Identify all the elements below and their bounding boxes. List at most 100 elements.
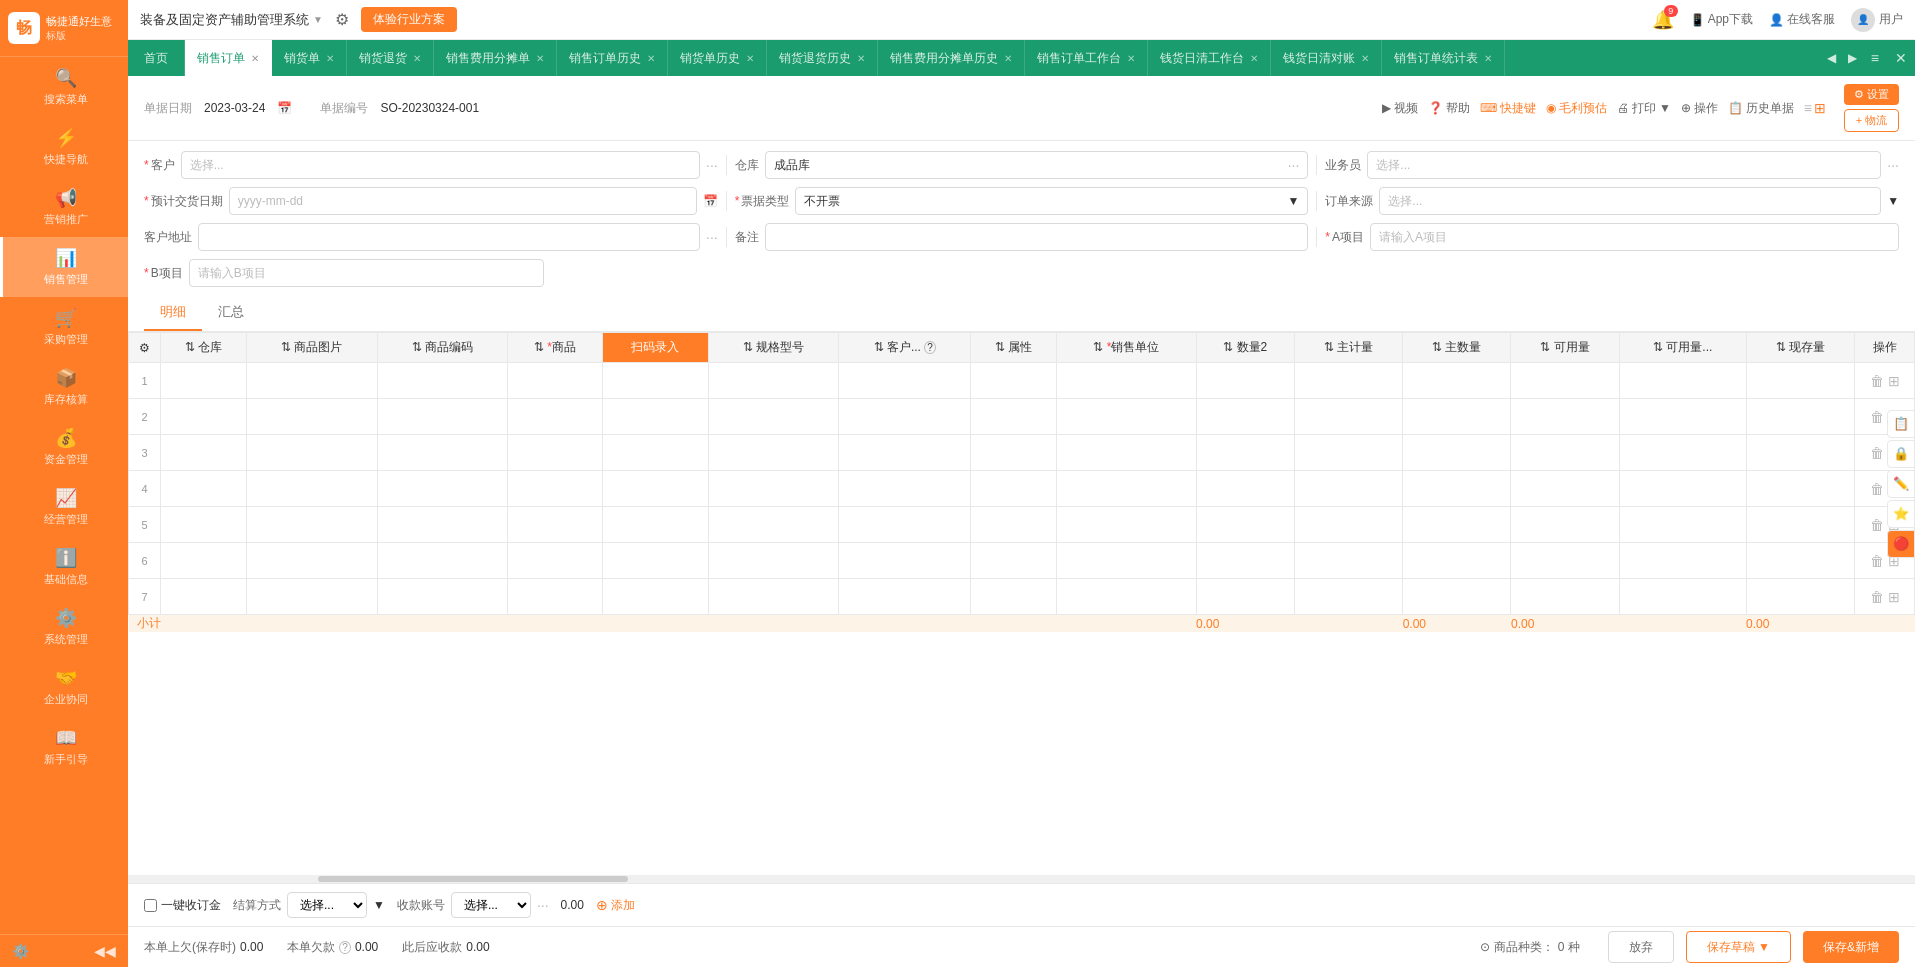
row-attribute[interactable]	[971, 543, 1057, 579]
nav-next-btn[interactable]: ▶	[1842, 51, 1863, 65]
nav-tab-钱货日清对账[interactable]: 钱货日清对账✕	[1271, 40, 1382, 76]
row-code[interactable]	[377, 363, 508, 399]
row-available[interactable]	[1511, 471, 1619, 507]
row-customer-code[interactable]	[839, 435, 971, 471]
nav-tab-close-icon[interactable]: ✕	[326, 53, 334, 64]
row-main-unit[interactable]	[1294, 543, 1402, 579]
nav-tab-close-icon[interactable]: ✕	[536, 53, 544, 64]
row-available[interactable]	[1511, 363, 1619, 399]
industry-btn[interactable]: 体验行业方案	[361, 7, 457, 32]
float-icon-2[interactable]: 🔒	[1887, 440, 1915, 468]
view-video-btn[interactable]: ▶ 视频	[1382, 100, 1418, 117]
row-scan[interactable]	[602, 471, 708, 507]
row-warehouse[interactable]	[161, 399, 247, 435]
nav-tab-close-icon[interactable]: ✕	[1127, 53, 1135, 64]
row-delete-icon[interactable]: 🗑	[1870, 409, 1884, 425]
sidebar-item-采购管理[interactable]: 🛒 采购管理	[0, 297, 128, 357]
row-code[interactable]	[377, 507, 508, 543]
sidebar-item-库存核算[interactable]: 📦 库存核算	[0, 357, 128, 417]
nav-tab-销售订单[interactable]: 销售订单✕	[185, 40, 272, 76]
row-main-unit[interactable]	[1294, 579, 1402, 615]
row-product[interactable]	[508, 543, 603, 579]
invoice-select[interactable]: 不开票 ▼	[795, 187, 1308, 215]
row-warehouse[interactable]	[161, 543, 247, 579]
nav-tab-销售订单统计表[interactable]: 销售订单统计表✕	[1382, 40, 1505, 76]
calendar-icon[interactable]: 📅	[277, 101, 292, 115]
row-copy-icon[interactable]: ⊞	[1888, 373, 1900, 389]
float-icon-5[interactable]: 🔴	[1887, 530, 1915, 558]
row-customer-code[interactable]	[839, 471, 971, 507]
customer-more-icon[interactable]: ···	[706, 157, 718, 173]
row-unit[interactable]	[1057, 507, 1196, 543]
app-download-link[interactable]: 📱 App下载	[1690, 11, 1753, 28]
sidebar-item-企业协同[interactable]: 🤝 企业协同	[0, 657, 128, 717]
row-main-qty[interactable]	[1403, 543, 1511, 579]
row-spec[interactable]	[708, 579, 839, 615]
scroll-thumb[interactable]	[318, 876, 628, 882]
nav-tab-销售费用分摊单[interactable]: 销售费用分摊单✕	[434, 40, 557, 76]
row-stock[interactable]	[1746, 543, 1854, 579]
row-qty2[interactable]	[1196, 543, 1294, 579]
delivery-calendar-icon[interactable]: 📅	[703, 194, 718, 208]
help-btn[interactable]: ❓ 帮助	[1428, 100, 1470, 117]
sidebar-item-营销推广[interactable]: 📢 营销推广	[0, 177, 128, 237]
row-stock[interactable]	[1746, 399, 1854, 435]
nav-tab-销货单[interactable]: 销货单✕	[272, 40, 347, 76]
delivery-date-input[interactable]	[229, 187, 697, 215]
row-attribute[interactable]	[971, 399, 1057, 435]
row-customer-code[interactable]	[839, 507, 971, 543]
row-unit[interactable]	[1057, 543, 1196, 579]
row-attribute[interactable]	[971, 471, 1057, 507]
row-attribute[interactable]	[971, 507, 1057, 543]
nav-tab-close-icon[interactable]: ✕	[1250, 53, 1258, 64]
dropdown-arrow[interactable]: ▼	[313, 14, 323, 25]
nav-more-btn[interactable]: ≡	[1863, 50, 1887, 66]
nav-tab-销货单历史[interactable]: 销货单历史✕	[668, 40, 767, 76]
row-main-qty[interactable]	[1403, 435, 1511, 471]
row-delete-icon[interactable]: 🗑	[1870, 589, 1884, 605]
row-main-unit[interactable]	[1294, 363, 1402, 399]
nav-close-btn[interactable]: ✕	[1887, 50, 1915, 66]
doc-view-grid-icon[interactable]: ⊞	[1814, 100, 1826, 116]
nav-tab-close-icon[interactable]: ✕	[1004, 53, 1012, 64]
row-main-unit[interactable]	[1294, 471, 1402, 507]
row-unit[interactable]	[1057, 363, 1196, 399]
row-code[interactable]	[377, 399, 508, 435]
row-copy-icon[interactable]: ⊞	[1888, 589, 1900, 605]
row-warehouse[interactable]	[161, 507, 247, 543]
row-attribute[interactable]	[971, 363, 1057, 399]
draft-btn[interactable]: 保存草稿 ▼	[1686, 931, 1791, 963]
row-unit[interactable]	[1057, 399, 1196, 435]
row-main-unit[interactable]	[1294, 435, 1402, 471]
row-code[interactable]	[377, 435, 508, 471]
row-main-unit[interactable]	[1294, 399, 1402, 435]
nav-tab-销售订单历史[interactable]: 销售订单历史✕	[557, 40, 668, 76]
doc-view-list-icon[interactable]: ≡	[1804, 100, 1812, 116]
float-icon-4[interactable]: ⭐	[1887, 500, 1915, 528]
payment-method-select[interactable]: 选择...	[287, 892, 367, 918]
tab-summary[interactable]: 汇总	[202, 295, 260, 331]
row-warehouse[interactable]	[161, 435, 247, 471]
account-select[interactable]: 选择...	[451, 892, 531, 918]
row-attribute[interactable]	[971, 435, 1057, 471]
row-delete-icon[interactable]: 🗑	[1870, 481, 1884, 497]
row-scan[interactable]	[602, 507, 708, 543]
logistics-btn[interactable]: + 物流	[1844, 109, 1899, 132]
row-available[interactable]	[1511, 435, 1619, 471]
settings-icon[interactable]: ⚙️	[12, 943, 29, 959]
row-available2[interactable]	[1619, 543, 1746, 579]
row-scan[interactable]	[602, 399, 708, 435]
scroll-indicator[interactable]	[128, 875, 1915, 883]
tab-detail[interactable]: 明细	[144, 295, 202, 331]
nav-tab-close-icon[interactable]: ✕	[251, 53, 259, 64]
warehouse-select[interactable]: 成品库 ···	[765, 151, 1309, 179]
row-available2[interactable]	[1619, 399, 1746, 435]
account-more-icon[interactable]: ···	[537, 897, 549, 913]
row-stock[interactable]	[1746, 435, 1854, 471]
row-spec[interactable]	[708, 507, 839, 543]
row-available2[interactable]	[1619, 507, 1746, 543]
operation-btn[interactable]: ⊕ 操作	[1681, 100, 1718, 117]
row-warehouse[interactable]	[161, 363, 247, 399]
row-unit[interactable]	[1057, 471, 1196, 507]
row-available2[interactable]	[1619, 435, 1746, 471]
